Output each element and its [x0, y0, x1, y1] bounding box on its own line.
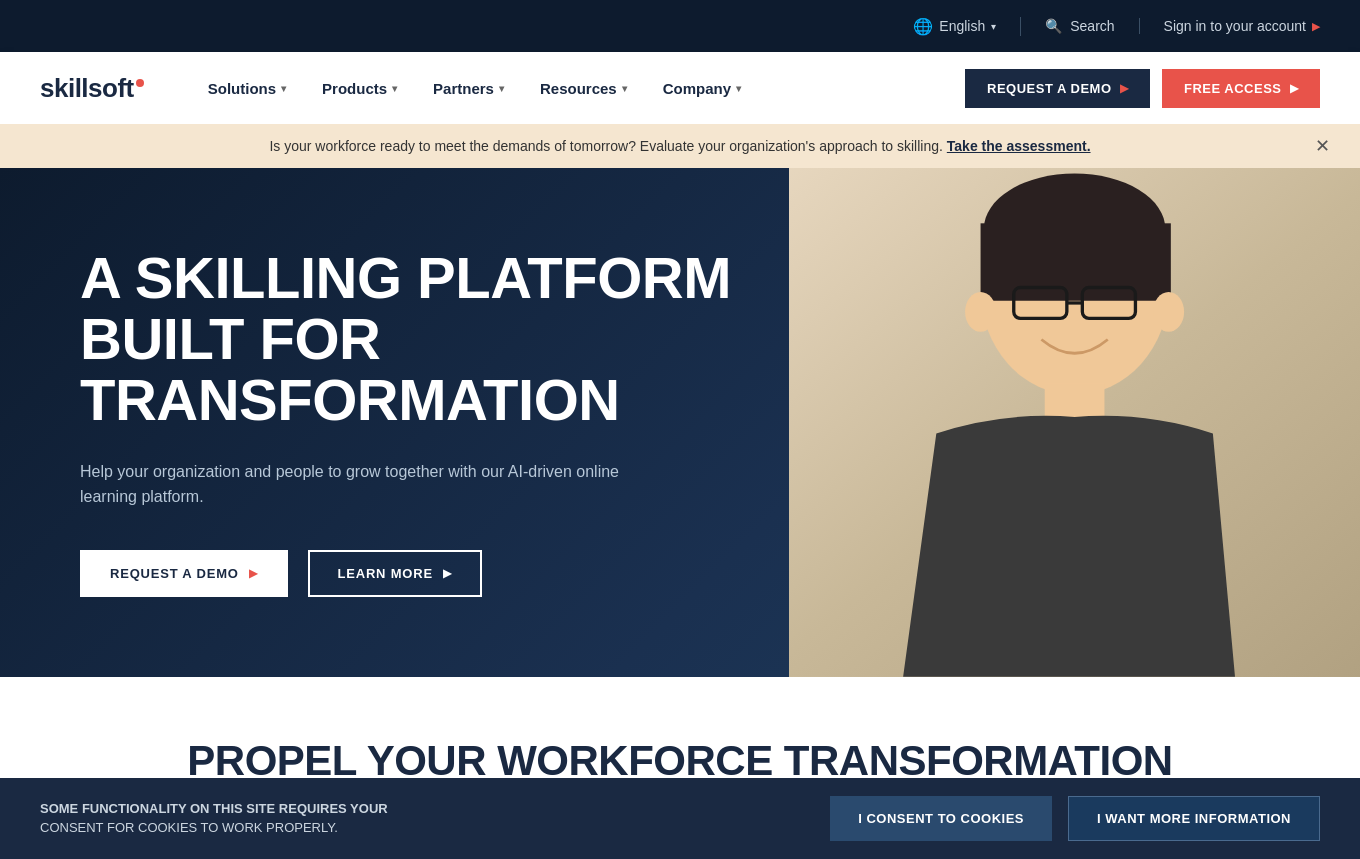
cookie-text: SOME FUNCTIONALITY ON THIS SITE REQUIRES… — [40, 800, 388, 805]
cookie-banner: SOME FUNCTIONALITY ON THIS SITE REQUIRES… — [0, 778, 1360, 805]
free-access-button[interactable]: FREE ACCESS ▶ — [1162, 69, 1320, 108]
demo-arrow-icon: ▶ — [1120, 82, 1129, 95]
nav-products-label: Products — [322, 80, 387, 97]
hero-title-line3: TRANSFORMATION — [80, 367, 620, 432]
hero-title: A SKILLING PLATFORM BUILT FOR TRANSFORMA… — [80, 248, 749, 431]
hero-learn-arrow-icon: ▶ — [443, 567, 452, 580]
nav-item-products[interactable]: Products ▾ — [306, 72, 413, 105]
svg-point-8 — [1153, 292, 1184, 332]
signin-label: Sign in to your account — [1164, 18, 1306, 34]
hero-demo-button[interactable]: REQUEST A DEMO ▶ — [80, 550, 288, 597]
demo-button-label: REQUEST A DEMO — [987, 81, 1112, 96]
more-info-button[interactable]: I WANT MORE INFORMATION — [1068, 796, 1320, 805]
nav-company-label: Company — [663, 80, 731, 97]
hero-buttons: REQUEST A DEMO ▶ LEARN MORE ▶ — [80, 550, 749, 597]
language-chevron-icon: ▾ — [991, 21, 996, 32]
cookie-buttons: I CONSENT TO COOKIES I WANT MORE INFORMA… — [830, 796, 1320, 805]
globe-icon: 🌐 — [913, 17, 933, 36]
banner-close-button[interactable]: ✕ — [1315, 135, 1330, 157]
signin-arrow-icon: ▶ — [1312, 20, 1320, 33]
hero-content: A SKILLING PLATFORM BUILT FOR TRANSFORMA… — [0, 168, 789, 677]
language-selector[interactable]: 🌐 English ▾ — [913, 17, 1021, 36]
cookie-text-line1: SOME FUNCTIONALITY ON THIS SITE REQUIRES… — [40, 800, 388, 805]
nav-item-company[interactable]: Company ▾ — [647, 72, 757, 105]
main-nav: skillsoft Solutions ▾ Products ▾ Partner… — [0, 52, 1360, 124]
free-arrow-icon: ▶ — [1290, 82, 1299, 95]
hero-person-svg — [789, 168, 1360, 677]
company-chevron-icon: ▾ — [736, 83, 741, 94]
nav-item-solutions[interactable]: Solutions ▾ — [192, 72, 302, 105]
hero-subtitle: Help your organization and people to gro… — [80, 459, 660, 510]
banner-link[interactable]: Take the assessment. — [947, 138, 1091, 154]
search-button[interactable]: 🔍 Search — [1021, 18, 1139, 34]
logo-text: skillsoft — [40, 73, 144, 104]
hero-title-line2: BUILT FOR — [80, 306, 380, 371]
hero-title-line1: A SKILLING PLATFORM — [80, 245, 731, 310]
request-demo-button[interactable]: REQUEST A DEMO ▶ — [965, 69, 1150, 108]
search-label: Search — [1070, 18, 1114, 34]
language-label: English — [939, 18, 985, 34]
consent-cookies-button[interactable]: I CONSENT TO COOKIES — [830, 796, 1052, 805]
hero-demo-label: REQUEST A DEMO — [110, 566, 239, 581]
logo[interactable]: skillsoft — [40, 73, 144, 104]
logo-dot — [136, 79, 144, 87]
solutions-chevron-icon: ▾ — [281, 83, 286, 94]
signin-button[interactable]: Sign in to your account ▶ — [1140, 18, 1320, 34]
svg-rect-3 — [980, 223, 1170, 300]
nav-resources-label: Resources — [540, 80, 617, 97]
hero-section: A SKILLING PLATFORM BUILT FOR TRANSFORMA… — [0, 168, 1360, 677]
hero-demo-arrow-icon: ▶ — [249, 567, 258, 580]
products-chevron-icon: ▾ — [392, 83, 397, 94]
hero-learn-button[interactable]: LEARN MORE ▶ — [308, 550, 482, 597]
hero-learn-label: LEARN MORE — [338, 566, 433, 581]
resources-chevron-icon: ▾ — [622, 83, 627, 94]
free-button-label: FREE ACCESS — [1184, 81, 1281, 96]
nav-ctas: REQUEST A DEMO ▶ FREE ACCESS ▶ — [965, 69, 1320, 108]
nav-partners-label: Partners — [433, 80, 494, 97]
nav-links: Solutions ▾ Products ▾ Partners ▾ Resour… — [192, 72, 965, 105]
nav-item-partners[interactable]: Partners ▾ — [417, 72, 520, 105]
svg-point-7 — [965, 292, 996, 332]
announcement-banner: Is your workforce ready to meet the dema… — [0, 124, 1360, 168]
hero-image — [789, 168, 1360, 677]
nav-item-resources[interactable]: Resources ▾ — [524, 72, 643, 105]
partners-chevron-icon: ▾ — [499, 83, 504, 94]
search-icon: 🔍 — [1045, 18, 1062, 34]
nav-solutions-label: Solutions — [208, 80, 276, 97]
banner-text: Is your workforce ready to meet the dema… — [269, 138, 942, 154]
top-bar: 🌐 English ▾ 🔍 Search Sign in to your acc… — [0, 0, 1360, 52]
